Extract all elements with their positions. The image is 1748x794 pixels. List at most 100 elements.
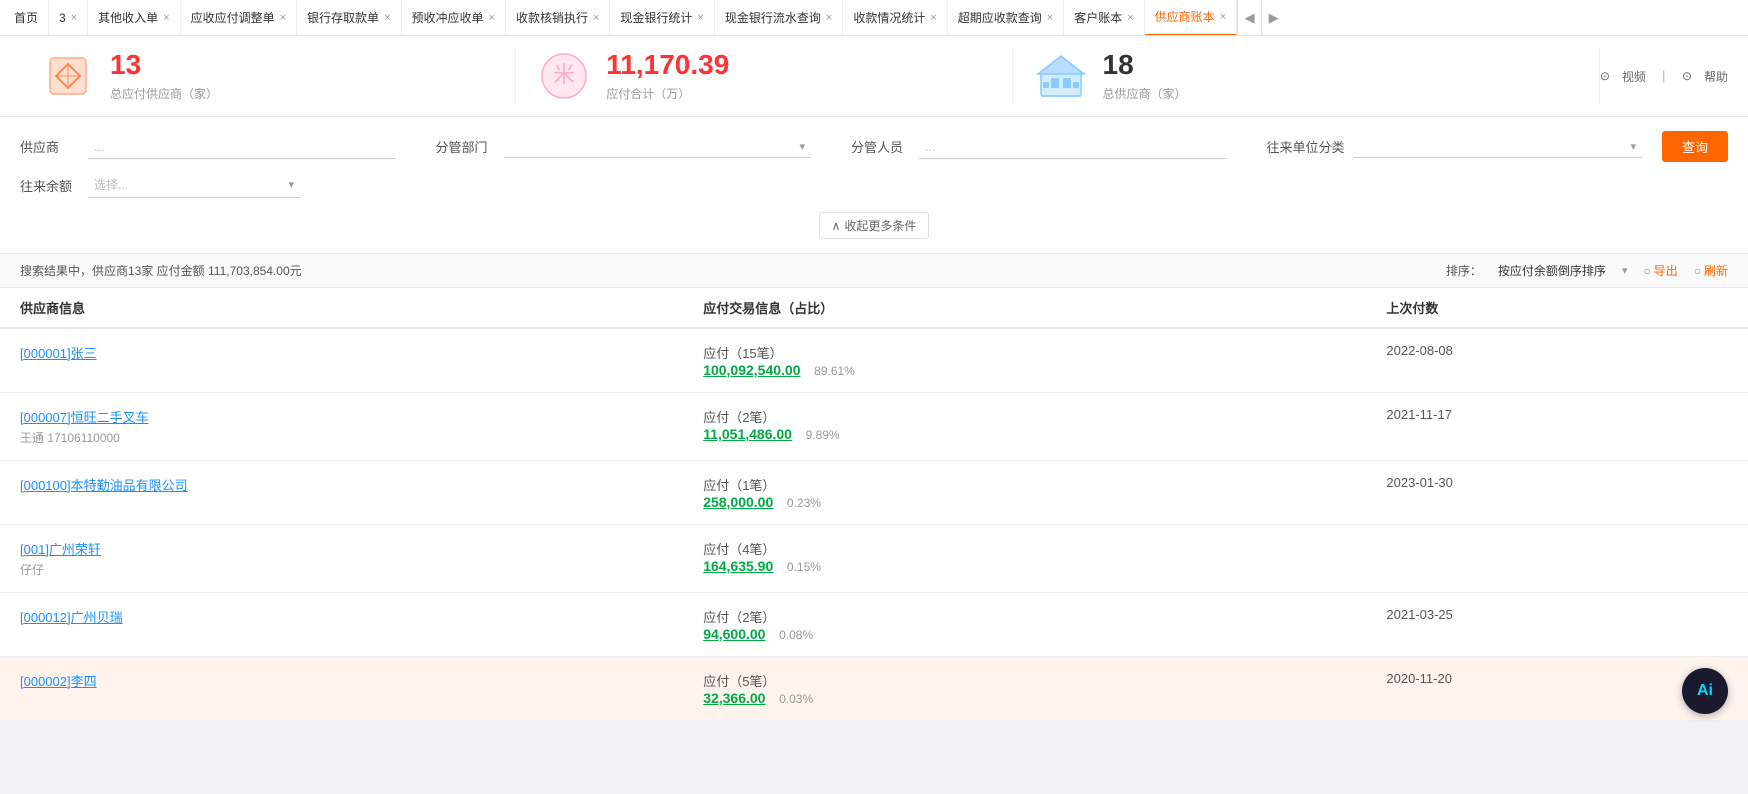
summary-card-payable-total: 米 11,170.39 应付合计（万） <box>516 48 1012 104</box>
person-filter-label: 分管人员 <box>851 137 911 156</box>
filter-category: 往来单位分类 ▾ <box>1267 136 1643 158</box>
summary-info-total-suppliers: 18 总供应商（家） <box>1103 50 1187 102</box>
refresh-button[interactable]: ○ 刷新 <box>1694 262 1728 279</box>
balance-filter-label: 往来余额 <box>20 176 80 195</box>
category-filter-select[interactable]: ▾ <box>1353 136 1642 158</box>
last-payment-cell: 2023-01-30 <box>1386 475 1728 490</box>
payable-amount-link[interactable]: 32,366.00 <box>703 690 765 706</box>
supplier-link[interactable]: [000007]恒旺二手叉车 <box>20 410 149 425</box>
total-suppliers-number: 18 <box>1103 50 1187 81</box>
close-icon[interactable]: × <box>280 12 286 24</box>
filter-dept: 分管部门 ▾ <box>436 136 812 158</box>
chevron-down-icon: ▾ <box>799 140 805 153</box>
summary-info-payable-suppliers: 13 总应付供应商（家） <box>110 50 218 102</box>
supplier-cell: [000100]本特勤油品有限公司 <box>20 475 703 494</box>
payable-pct: 9.89% <box>806 428 840 442</box>
sort-value[interactable]: 按应付余额倒序排序 <box>1498 262 1606 279</box>
category-filter-label: 往来单位分类 <box>1267 137 1345 156</box>
payable-cell: 应付（2笔） 94,600.00 0.08% <box>703 607 1386 642</box>
table-row: [000012]广州贝瑞 应付（2笔） 94,600.00 0.08% 2021… <box>0 593 1748 657</box>
payable-suppliers-number: 13 <box>110 50 218 81</box>
close-icon[interactable]: × <box>697 12 703 24</box>
collapse-btn[interactable]: ∧ 收起更多条件 <box>819 212 930 239</box>
payable-amount-link[interactable]: 94,600.00 <box>703 626 765 642</box>
close-icon[interactable]: × <box>71 12 77 24</box>
payable-total-number: 11,170.39 <box>606 50 729 81</box>
last-payment-cell: 2021-11-17 <box>1386 407 1728 422</box>
payable-amount-link[interactable]: 258,000.00 <box>703 494 773 510</box>
nav-tab-customer-ledger[interactable]: 客户账本 × <box>1064 0 1144 36</box>
nav-left-arrow[interactable]: ◀ <box>1237 0 1261 36</box>
supplier-cell: [001]广州荣轩 仔仔 <box>20 539 703 578</box>
close-icon[interactable]: × <box>384 12 390 24</box>
balance-filter-select[interactable]: 选择... ▾ <box>88 172 300 198</box>
supplier-contact: 王通 17106110000 <box>20 429 703 446</box>
store-icon <box>1033 48 1089 104</box>
supplier-filter-input[interactable] <box>88 135 396 159</box>
close-icon[interactable]: × <box>163 12 169 24</box>
payable-pct: 0.08% <box>779 628 813 642</box>
filter-area: 供应商 分管部门 ▾ 分管人员 往来单位分类 ▾ 查询 往来余额 <box>0 117 1748 254</box>
table-row: [000007]恒旺二手叉车 王通 17106110000 应付（2笔） 11,… <box>0 393 1748 461</box>
table-row: [000001]张三 应付（15笔） 100,092,540.00 89.61%… <box>0 329 1748 393</box>
results-header: 搜索结果中，供应商13家 应付金额 111,703,854.00元 排序： 按应… <box>0 254 1748 288</box>
help-link[interactable]: 帮助 <box>1704 68 1728 85</box>
close-icon[interactable]: × <box>1047 12 1053 24</box>
nav-right-arrow[interactable]: ▶ <box>1261 0 1285 36</box>
person-filter-input[interactable] <box>919 135 1227 159</box>
export-button[interactable]: ○ 导出 <box>1643 262 1677 279</box>
close-icon[interactable]: × <box>1127 12 1133 24</box>
close-icon[interactable]: × <box>930 12 936 24</box>
ai-badge[interactable]: Ai <box>1682 668 1728 714</box>
nav-tab-prepay-offset[interactable]: 预收冲应收单 × <box>402 0 506 36</box>
payable-suppliers-label: 总应付供应商（家） <box>110 85 218 102</box>
payable-cell: 应付（2笔） 11,051,486.00 9.89% <box>703 407 1386 442</box>
chevron-down-icon: ▾ <box>1630 140 1636 153</box>
supplier-link[interactable]: [000001]张三 <box>20 346 97 361</box>
supplier-cell: [000002]李四 <box>20 671 703 690</box>
col-header-last-payment: 上次付数 <box>1386 298 1728 317</box>
results-actions: 排序： 按应付余额倒序排序 ▾ ○ 导出 ○ 刷新 <box>1446 262 1728 279</box>
dept-filter-select[interactable]: ▾ <box>504 136 812 158</box>
nav-tab-collection-stat[interactable]: 收款情况统计 × <box>843 0 947 36</box>
nav-tab-home[interactable]: 首页 <box>4 0 49 36</box>
supplier-link[interactable]: [001]广州荣轩 <box>20 542 101 557</box>
col-header-supplier: 供应商信息 <box>20 298 703 317</box>
total-suppliers-label: 总供应商（家） <box>1103 85 1187 102</box>
close-icon[interactable]: × <box>826 12 832 24</box>
query-button[interactable]: 查询 <box>1662 131 1728 162</box>
supplier-link[interactable]: [000012]广州贝瑞 <box>20 610 123 625</box>
dept-filter-label: 分管部门 <box>436 137 496 156</box>
table-header: 供应商信息 应付交易信息（占比） 上次付数 <box>0 288 1748 329</box>
payable-amount-link[interactable]: 100,092,540.00 <box>703 362 800 378</box>
nav-tab-overdue-ar[interactable]: 超期应收款查询 × <box>948 0 1064 36</box>
payable-pct: 0.23% <box>787 496 821 510</box>
payable-pct: 0.15% <box>787 560 821 574</box>
payable-amount-link[interactable]: 11,051,486.00 <box>703 426 792 442</box>
close-icon[interactable]: × <box>593 12 599 24</box>
nav-tab-other-income[interactable]: 其他收入单 × <box>88 0 180 36</box>
nav-tab-supplier-ledger[interactable]: 供应商账本 × <box>1145 0 1237 36</box>
sort-label: 排序： <box>1446 262 1482 279</box>
payable-label: 应付（4笔） <box>703 539 1386 558</box>
last-payment-cell: 2021-03-25 <box>1386 607 1728 622</box>
payable-label: 应付（2笔） <box>703 407 1386 426</box>
nav-tab-cash-bank-stat[interactable]: 现金银行统计 × <box>610 0 714 36</box>
video-link[interactable]: 视频 <box>1622 68 1646 85</box>
payable-label: 应付（5笔） <box>703 671 1386 690</box>
nav-tab-bank-deposit[interactable]: 银行存取款单 × <box>297 0 401 36</box>
payable-amount-link[interactable]: 164,635.90 <box>703 558 773 574</box>
nav-tab-3[interactable]: 3 × <box>49 0 88 36</box>
collapse-row: ∧ 收起更多条件 <box>20 208 1728 243</box>
close-icon[interactable]: × <box>489 12 495 24</box>
nav-tab-cash-flow-query[interactable]: 现金银行流水查询 × <box>715 0 843 36</box>
nav-tab-collection-exec[interactable]: 收款核销执行 × <box>506 0 610 36</box>
summary-card-payable-suppliers: 13 总应付供应商（家） <box>20 48 516 104</box>
supplier-link[interactable]: [000002]李四 <box>20 674 97 689</box>
close-icon[interactable]: × <box>1220 11 1226 23</box>
supplier-link[interactable]: [000100]本特勤油品有限公司 <box>20 478 188 493</box>
last-payment-cell: 2020-11-20 <box>1386 671 1728 686</box>
supplier-cell: [000001]张三 <box>20 343 703 362</box>
nav-tab-ar-ap-adjust[interactable]: 应收应付调整单 × <box>181 0 297 36</box>
chevron-up-icon: ∧ <box>832 219 841 233</box>
